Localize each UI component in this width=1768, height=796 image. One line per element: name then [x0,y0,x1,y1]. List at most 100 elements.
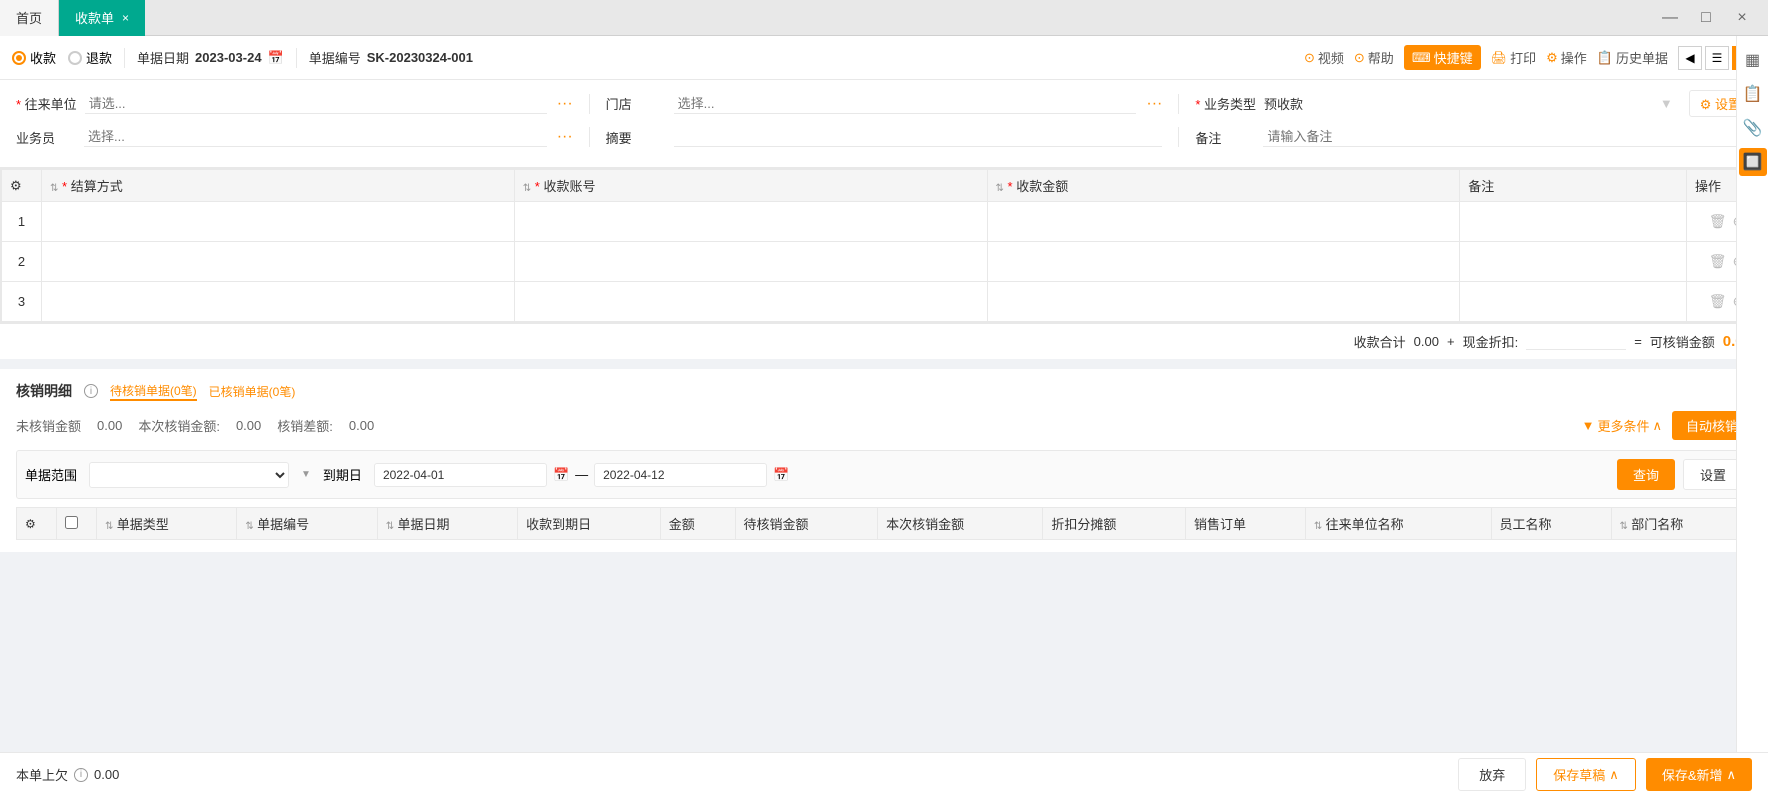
tab-done[interactable]: 已核销单据(0笔) [209,383,296,400]
save-new-button[interactable]: 保存&新增 ∧ [1646,758,1752,791]
query-button[interactable]: 查询 [1617,459,1675,490]
th-settle: ⇅ 结算方式 [42,170,515,202]
bottom-info-icon[interactable]: i [74,768,88,782]
remark-input[interactable] [1263,127,1752,147]
refund-radio-dot [68,51,82,65]
toolbar-right: ⊙ 视频 ⊙ 帮助 ⌨ 快捷键 🖨 打印 ⚙ 操作 📋 历史单据 ◀ ☰ ⊞ [1304,45,1756,70]
delete-icon-2[interactable]: 🗑 [1709,253,1727,270]
row-amount-3[interactable] [987,282,1460,322]
maximize-button[interactable]: □ [1692,4,1720,32]
discard-button[interactable]: 放弃 [1458,758,1526,791]
date-to-input[interactable]: 2022-04-12 [594,463,767,487]
calendar-to-icon[interactable]: 📅 [773,467,789,483]
calendar-from-icon[interactable]: 📅 [553,467,569,483]
side-clipboard-icon[interactable]: 📋 [1739,80,1767,108]
row-account-2[interactable] [514,242,987,282]
salesman-input[interactable] [84,127,547,147]
row-remark-3[interactable] [1460,282,1687,322]
refund-radio[interactable]: 退款 [68,48,112,67]
counterpart-input[interactable] [85,94,547,114]
right-panel: ▦ 📋 📎 🔲 [1736,36,1768,752]
save-new-label: 保存&新增 [1662,765,1723,784]
summary-section: 摘要 [606,127,1163,147]
minimize-button[interactable]: — [1656,4,1684,32]
grid-view-button[interactable]: ☰ [1705,46,1729,70]
side-attach-icon[interactable]: 📎 [1739,114,1767,142]
row-amount-2[interactable] [987,242,1460,282]
row-remark-2[interactable] [1460,242,1687,282]
remark-section: 备注 [1195,127,1752,147]
side-table-icon[interactable]: ▦ [1739,46,1767,74]
bth-discount: 折扣分摊额 [1043,508,1186,540]
range-label: 单据范围 [25,465,77,484]
verify-stats: 未核销金额 0.00 本次核销金额: 0.00 核销差额: 0.00 ▼ 更多条… [16,411,1752,440]
store-more-button[interactable]: ··· [1146,95,1162,113]
counterpart-more-button[interactable]: ··· [557,95,573,113]
bth-pending-label: 待核销金额 [744,517,809,532]
biz-type-arrow[interactable]: ▼ [1660,96,1673,111]
bottom-bar: 本单上欠 i 0.00 放弃 保存草稿 ∧ 保存&新增 ∧ [0,752,1768,796]
help-button[interactable]: ⊙ 帮助 [1354,48,1394,67]
summary-label: 摘要 [606,128,666,147]
tab-bar: 首页 收款单 × — □ × [0,0,1768,36]
form-area: 往来单位 ··· 门店 ··· 业务类型 预收款 ▼ ⚙ 设置 业务员 ··· [0,80,1768,168]
delete-icon-3[interactable]: 🗑 [1709,293,1727,310]
tab-home[interactable]: 首页 [0,0,59,36]
row-account-3[interactable] [514,282,987,322]
bth-current: 本次核销金额 [878,508,1043,540]
video-button[interactable]: ⊙ 视频 [1304,48,1344,67]
bottom-info-value: 0.00 [94,767,119,782]
table-row: 2 🗑 ⊕ [2,242,1767,282]
shortcut-button[interactable]: ⌨ 快捷键 [1404,45,1481,70]
store-input[interactable] [674,94,1137,114]
row-account-1[interactable] [514,202,987,242]
sep-4 [1178,127,1179,147]
operate-button[interactable]: ⚙ 操作 [1546,48,1587,67]
tab-close-icon[interactable]: × [122,11,129,25]
filter-row: 单据范围 ▼ 到期日 2022-04-01 📅 — 2022-04-12 📅 查… [16,450,1752,499]
bth-sale-order-label: 销售订单 [1194,517,1246,532]
biz-type-label: 业务类型 [1195,94,1256,113]
filter-setting-button[interactable]: 设置 [1683,459,1743,490]
history-button[interactable]: 📋 历史单据 [1597,48,1668,67]
bth-gear[interactable]: ⚙ [17,508,57,540]
row-settle-2[interactable] [42,242,515,282]
bth-dept: ⇅ 部门名称 [1611,508,1752,540]
th-action-label: 操作 [1695,179,1721,194]
tab-pending[interactable]: 待核销单据(0笔) [110,382,197,401]
row-amount-1[interactable] [987,202,1460,242]
diff-label: 核销差额: [277,416,333,435]
due-date-label: 到期日 [323,465,362,484]
side-expand-icon[interactable]: 🔲 [1739,148,1767,176]
salesman-label: 业务员 [16,128,76,147]
close-button[interactable]: × [1728,4,1756,32]
date-from-input[interactable]: 2022-04-01 [374,463,547,487]
salesman-section: 业务员 ··· [16,127,573,147]
receipt-radio[interactable]: 收款 [12,48,56,67]
row-settle-3[interactable] [42,282,515,322]
tab-receipt[interactable]: 收款单 × [59,0,145,36]
delete-icon-1[interactable]: 🗑 [1709,213,1727,230]
bth-doc-no: ⇅ 单据编号 [237,508,377,540]
doc-date-value: 2023-03-24 [195,50,262,65]
receipt-radio-label: 收款 [30,48,56,67]
save-draft-button[interactable]: 保存草稿 ∧ [1536,758,1636,791]
range-select[interactable] [89,462,289,488]
list-view-button[interactable]: ◀ [1678,46,1702,70]
bth-checkbox[interactable] [57,508,97,540]
bth-discount-label: 折扣分摊额 [1051,517,1116,532]
print-button[interactable]: 🖨 打印 [1491,48,1537,67]
summary-input[interactable] [674,127,1163,147]
more-filter-button[interactable]: ▼ 更多条件 ∧ [1582,416,1662,435]
sep-3 [589,127,590,147]
calendar-icon[interactable]: 📅 [268,50,284,66]
unverified-label: 未核销金额 [16,416,81,435]
verify-info-icon[interactable]: i [84,384,98,398]
th-settings[interactable]: ⚙ [2,170,42,202]
divider-2 [296,48,297,68]
row-settle-1[interactable] [42,202,515,242]
discount-input[interactable] [1526,334,1626,350]
select-all-checkbox[interactable] [65,516,78,529]
row-remark-1[interactable] [1460,202,1687,242]
salesman-more-button[interactable]: ··· [557,128,573,146]
